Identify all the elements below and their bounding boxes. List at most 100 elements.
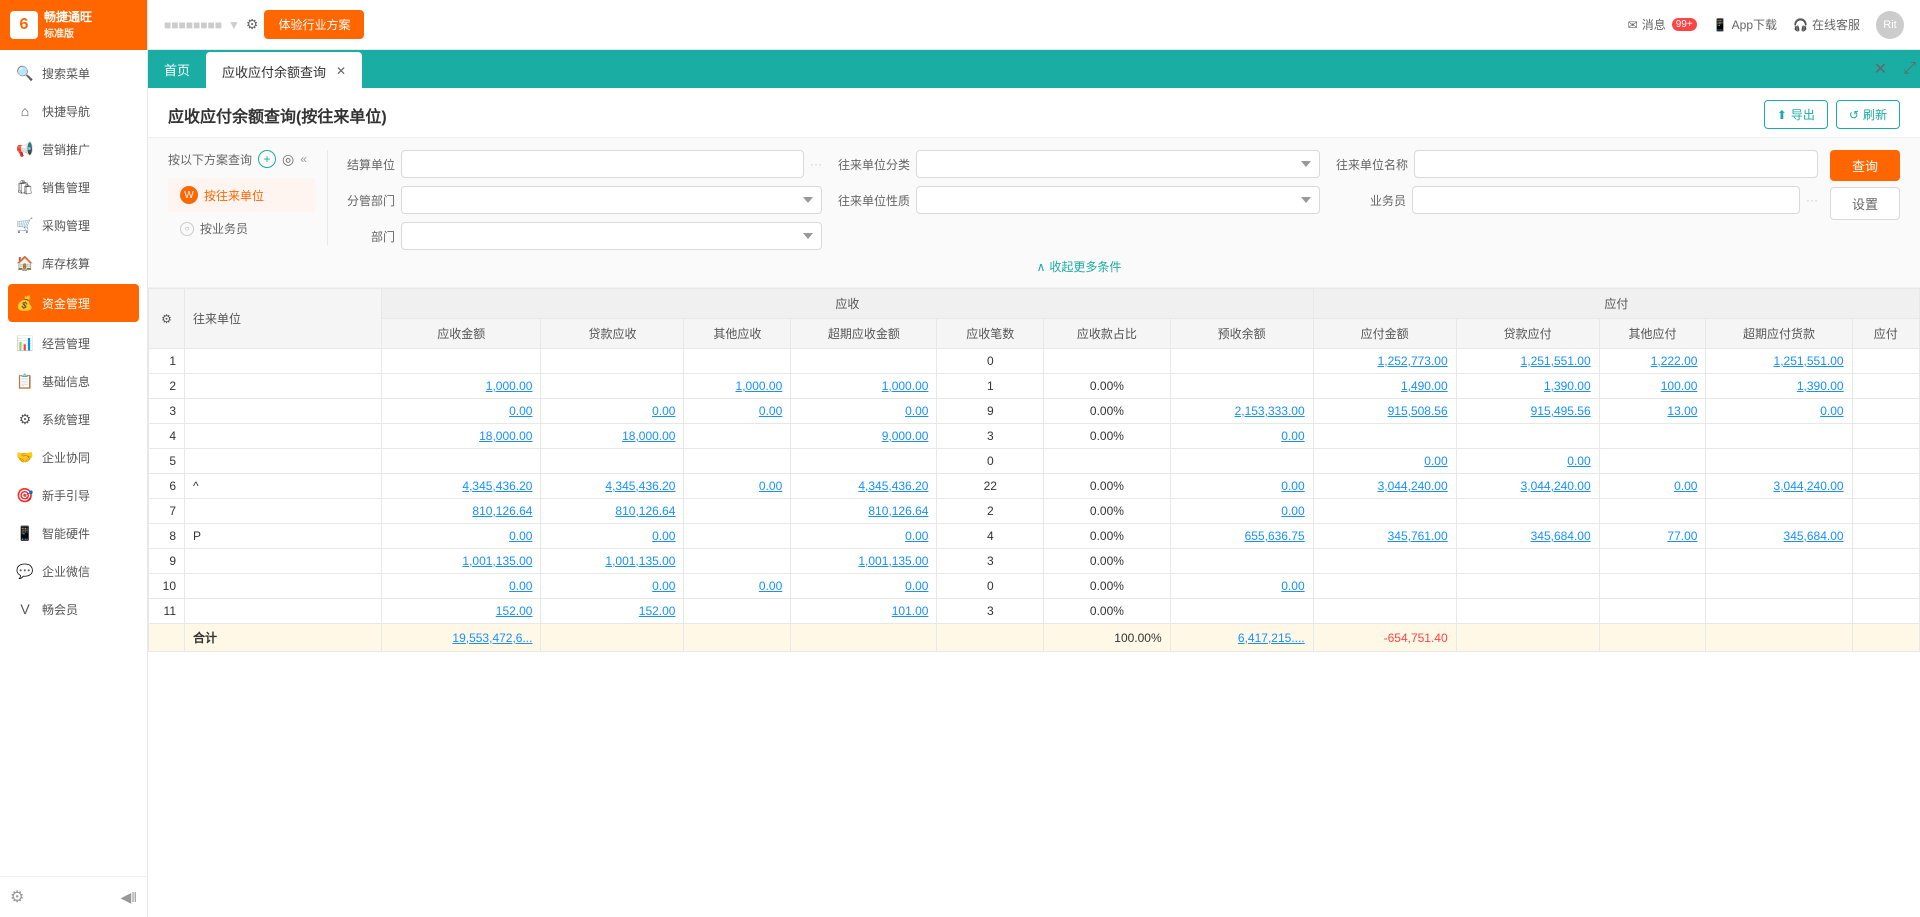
window-close-btn[interactable]: ✕ [1870,59,1891,79]
cell-other_ap[interactable]: 0.00 [1599,474,1706,499]
cell-overdue_ar[interactable]: 0.00 [791,574,937,599]
cell-prepaid[interactable]: 0.00 [1170,474,1313,499]
dept-select[interactable] [401,222,822,250]
sidebar-item-enterprise[interactable]: 🤝企业协同 [0,438,147,476]
scheme-by-salesperson[interactable]: ○ 按业务员 [168,212,315,245]
table-settings-icon[interactable]: ⚙ [161,312,172,326]
cell-overdue_ap[interactable]: 345,684.00 [1706,524,1852,549]
cell-loan_ar[interactable]: 0.00 [541,524,684,549]
setting-button[interactable]: 设置 [1830,187,1900,220]
cell-other_ar[interactable]: 0.00 [684,399,791,424]
cell-ar_amount[interactable]: 152.00 [382,599,541,624]
message-button[interactable]: ✉ 消息 99+ [1628,16,1697,33]
sidebar-item-purchase[interactable]: 🛒采购管理 [0,206,147,244]
cell-loan_ap[interactable]: 1,390.00 [1456,374,1599,399]
cell-other_ap[interactable]: 1,222.00 [1599,349,1706,374]
partner-category-select[interactable] [916,150,1320,178]
sidebar-item-inventory[interactable]: 🏠库存核算 [0,244,147,282]
sidebar-item-finance[interactable]: 💰资金管理 [8,284,139,322]
filter-settings-icon[interactable]: ◎ [282,151,294,168]
partner-name-input[interactable] [1414,150,1818,178]
cell-prepaid[interactable]: 0.00 [1170,424,1313,449]
cell-loan_ap[interactable]: 345,684.00 [1456,524,1599,549]
service-button[interactable]: 🎧 在线客服 [1793,16,1860,33]
cell-prepaid[interactable]: 0.00 [1170,499,1313,524]
settlement-dots[interactable]: ··· [810,157,822,171]
cell-overdue_ar[interactable]: 101.00 [791,599,937,624]
cell-loan_ar[interactable]: 810,126.64 [541,499,684,524]
cell-ar_amount[interactable]: 4,345,436.20 [382,474,541,499]
th-settings[interactable]: ⚙ [149,289,185,349]
sidebar-item-hardware[interactable]: 📱智能硬件 [0,514,147,552]
cell-overdue_ar[interactable]: 1,000.00 [791,374,937,399]
sidebar-collapse-icon[interactable]: ◀‖ [120,889,137,906]
cell-ar_amount[interactable]: 18,000.00 [382,424,541,449]
cell-other_ar[interactable]: 0.00 [684,574,791,599]
sidebar-item-system[interactable]: ⚙系统管理 [0,400,147,438]
scheme-by-partner[interactable]: W 按往来单位 [168,178,315,212]
sidebar-item-search[interactable]: 🔍搜索菜单 [0,54,147,92]
refresh-button[interactable]: ↺ 刷新 [1836,100,1900,129]
cell-loan_ar[interactable]: 152.00 [541,599,684,624]
cell-overdue_ap[interactable]: 3,044,240.00 [1706,474,1852,499]
cell-ap_amount[interactable]: 345,761.00 [1313,524,1456,549]
cell-ap_amount[interactable]: 3,044,240.00 [1313,474,1456,499]
cell-other_ap[interactable]: 100.00 [1599,374,1706,399]
cell-ar_amount[interactable]: 0.00 [382,524,541,549]
cell-prepaid[interactable]: 0.00 [1170,574,1313,599]
cell-ar_amount[interactable]: 810,126.64 [382,499,541,524]
sidebar-settings-icon[interactable]: ⚙ [10,887,24,907]
cell-overdue_ar[interactable]: 1,001,135.00 [791,549,937,574]
cell-overdue_ar[interactable]: 0.00 [791,399,937,424]
sidebar-item-marketing[interactable]: 📢营销推广 [0,130,147,168]
cell-ar_amount[interactable]: 0.00 [382,399,541,424]
cell-overdue_ar[interactable]: 0.00 [791,524,937,549]
cell-overdue_ap[interactable]: 1,390.00 [1706,374,1852,399]
cell-ap_amount[interactable]: 0.00 [1313,449,1456,474]
cell-overdue_ap[interactable]: 0.00 [1706,399,1852,424]
sidebar-item-vip[interactable]: V畅会员 [0,590,147,628]
cell-ap_amount[interactable]: 915,508.56 [1313,399,1456,424]
tab-close-icon[interactable]: ✕ [336,64,346,78]
promo-button[interactable]: 体验行业方案 [264,10,364,39]
cell-other_ar[interactable]: 0.00 [684,474,791,499]
sidebar-item-operation[interactable]: 📊经营管理 [0,324,147,362]
cell-loan_ar[interactable]: 18,000.00 [541,424,684,449]
salesperson-input[interactable] [1412,186,1800,214]
cell-loan_ar[interactable]: 0.00 [541,399,684,424]
cell-overdue_ar[interactable]: 9,000.00 [791,424,937,449]
cell-overdue_ar[interactable]: 4,345,436.20 [791,474,937,499]
cell-loan_ar[interactable]: 0.00 [541,574,684,599]
cell-loan_ap[interactable]: 1,251,551.00 [1456,349,1599,374]
sidebar-item-wechat[interactable]: 💬企业微信 [0,552,147,590]
sidebar-item-guide[interactable]: 🎯新手引导 [0,476,147,514]
partner-nature-select[interactable] [916,186,1320,214]
tab-ar-ap[interactable]: 应收应付余额查询 ✕ [206,52,362,90]
cell-loan_ap[interactable]: 3,044,240.00 [1456,474,1599,499]
dept-mgr-select[interactable] [401,186,822,214]
cell-loan_ap[interactable]: 0.00 [1456,449,1599,474]
filter-add-btn[interactable]: + [258,150,276,168]
cell-ap_amount[interactable]: 1,252,773.00 [1313,349,1456,374]
sidebar-item-sales[interactable]: 🛍销售管理 [0,168,147,206]
app-download-button[interactable]: 📱 App下载 [1713,16,1777,33]
cell-prepaid[interactable]: 655,636.75 [1170,524,1313,549]
cell-other_ap[interactable]: 77.00 [1599,524,1706,549]
window-maximize-btn[interactable]: ⤢ [1899,59,1920,79]
cell-loan_ar[interactable]: 1,001,135.00 [541,549,684,574]
cell-ar_amount[interactable]: 1,000.00 [382,374,541,399]
avatar[interactable]: Rit [1876,11,1904,39]
tab-home[interactable]: 首页 [148,50,206,88]
export-button[interactable]: ⬆ 导出 [1764,100,1828,129]
cell-ar_amount[interactable]: 1,001,135.00 [382,549,541,574]
cell-other_ar[interactable]: 1,000.00 [684,374,791,399]
sidebar-item-basic[interactable]: 📋基础信息 [0,362,147,400]
filter-collapse-scheme[interactable]: « [300,152,307,166]
salesperson-dots[interactable]: ··· [1806,193,1818,207]
cell-overdue_ap[interactable]: 1,251,551.00 [1706,349,1852,374]
sidebar-item-quick[interactable]: ⌂快捷导航 [0,92,147,130]
cell-ar_amount[interactable]: 0.00 [382,574,541,599]
collapse-btn[interactable]: ∧ 收起更多条件 [1037,258,1122,275]
cell-other_ap[interactable]: 13.00 [1599,399,1706,424]
settings-btn[interactable]: ⚙ [246,16,259,33]
